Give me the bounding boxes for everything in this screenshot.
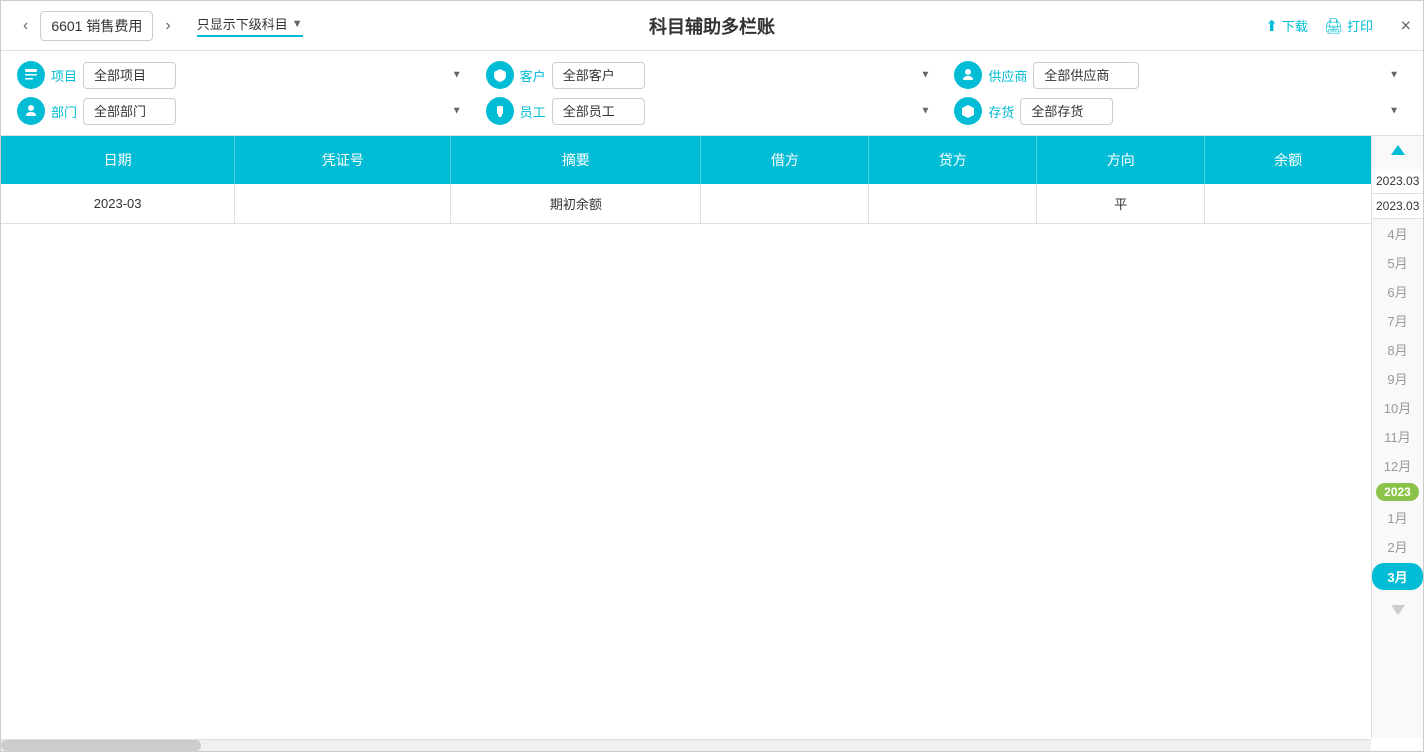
account-name: 销售费用 <box>86 18 142 34</box>
employee-select-wrapper: 全部员工 <box>552 98 939 125</box>
supplier-label: 供应商 <box>988 66 1027 85</box>
customer-select-wrapper: 全部客户 <box>552 62 939 89</box>
timeline-month-1[interactable]: 1月 <box>1372 503 1423 532</box>
customer-label: 客户 <box>520 66 546 85</box>
supplier-icon <box>954 61 982 89</box>
account-code: 6601 <box>51 18 82 34</box>
customer-icon <box>486 61 514 89</box>
col-balance: 余额 <box>1205 136 1371 184</box>
timeline-month-8[interactable]: 8月 <box>1372 335 1423 364</box>
cell-debit <box>701 184 869 224</box>
download-label: 下载 <box>1282 16 1308 35</box>
supplier-select[interactable]: 全部供应商 <box>1033 62 1139 89</box>
table-area: 日期 凭证号 摘要 借方 贷方 方向 余额 2023-03 期初余额 <box>1 136 1371 738</box>
print-label: 打印 <box>1347 16 1373 35</box>
timeline-month-5[interactable]: 5月 <box>1372 248 1423 277</box>
employee-select[interactable]: 全部员工 <box>552 98 645 125</box>
employee-icon <box>486 97 514 125</box>
timeline-year-badge: 2023 <box>1376 483 1419 501</box>
col-direction: 方向 <box>1037 136 1205 184</box>
cell-date: 2023-03 <box>1 184 235 224</box>
timeline-month-6[interactable]: 6月 <box>1372 277 1423 306</box>
timeline-month-2[interactable]: 2月 <box>1372 532 1423 561</box>
col-voucher: 凭证号 <box>235 136 451 184</box>
next-account-button[interactable]: › <box>159 15 176 37</box>
scroll-track <box>1 740 1371 751</box>
inventory-icon <box>954 97 982 125</box>
inventory-label: 存货 <box>988 102 1014 121</box>
table-header-row: 日期 凭证号 摘要 借方 贷方 方向 余额 <box>1 136 1371 184</box>
cell-summary: 期初余额 <box>451 184 701 224</box>
timeline-month-4[interactable]: 4月 <box>1372 219 1423 248</box>
toolbar-right: ⬆ 下载 🖨 打印 <box>1265 16 1373 35</box>
timeline-scroll-up-button[interactable] <box>1372 136 1423 169</box>
filter-item-employee: 员工 全部员工 <box>486 97 939 125</box>
filter-item-supplier: 供应商 全部供应商 <box>954 61 1407 89</box>
filter-item-department: 部门 全部部门 <box>17 97 470 125</box>
scroll-thumb[interactable] <box>1 740 201 751</box>
timeline-period-1[interactable]: 2023.03 <box>1372 169 1423 194</box>
download-button[interactable]: ⬆ 下载 <box>1265 16 1308 35</box>
cell-credit <box>869 184 1037 224</box>
print-button[interactable]: 🖨 打印 <box>1324 16 1373 35</box>
col-date: 日期 <box>1 136 235 184</box>
filter-row-1: 项目 全部项目 客户 全部客户 <box>17 61 1407 89</box>
cell-direction: 平 <box>1037 184 1205 224</box>
title-bar: ‹ 6601 销售费用 › 只显示下级科目 ▼ 科目辅助多栏账 ⬆ 下载 🖨 打… <box>1 1 1423 51</box>
filter-item-project: 项目 全部项目 <box>17 61 470 89</box>
timeline-month-12[interactable]: 12月 <box>1372 451 1423 480</box>
timeline-month-3-active[interactable]: 3月 <box>1372 563 1423 590</box>
print-icon: 🖨 <box>1324 17 1343 35</box>
show-sub-chevron-icon: ▼ <box>292 18 303 30</box>
show-sub-toggle[interactable]: 只显示下级科目 ▼ <box>197 14 303 37</box>
ledger-table: 日期 凭证号 摘要 借方 贷方 方向 余额 2023-03 期初余额 <box>1 136 1371 224</box>
timeline-year-badge-wrapper: 2023 <box>1376 480 1419 503</box>
project-select[interactable]: 全部项目 <box>83 62 176 89</box>
col-debit: 借方 <box>701 136 869 184</box>
department-select-wrapper: 全部部门 <box>83 98 470 125</box>
timeline-period-1-label: 2023.03 <box>1376 174 1419 188</box>
filter-item-customer: 客户 全部客户 <box>486 61 939 89</box>
main-content: 日期 凭证号 摘要 借方 贷方 方向 余额 2023-03 期初余额 <box>1 136 1423 738</box>
inventory-select[interactable]: 全部存货 <box>1020 98 1113 125</box>
department-label: 部门 <box>51 102 77 121</box>
prev-account-button[interactable]: ‹ <box>17 15 34 37</box>
inventory-select-wrapper: 全部存货 <box>1020 98 1407 125</box>
department-select[interactable]: 全部部门 <box>83 98 176 125</box>
cell-balance <box>1205 184 1371 224</box>
col-summary: 摘要 <box>451 136 701 184</box>
filter-bar: 项目 全部项目 客户 全部客户 <box>1 51 1423 136</box>
cell-voucher <box>235 184 451 224</box>
horizontal-scrollbar[interactable] <box>1 739 1371 751</box>
page-title: 科目辅助多栏账 <box>649 13 775 39</box>
show-sub-label: 只显示下级科目 <box>197 14 288 33</box>
table-row: 2023-03 期初余额 平 <box>1 184 1371 224</box>
nav-account: ‹ 6601 销售费用 › <box>17 11 177 41</box>
employee-label: 员工 <box>520 102 546 121</box>
project-label: 项目 <box>51 66 77 85</box>
timeline-month-11[interactable]: 11月 <box>1372 422 1423 451</box>
col-credit: 贷方 <box>869 136 1037 184</box>
timeline-month-9[interactable]: 9月 <box>1372 364 1423 393</box>
project-select-wrapper: 全部项目 <box>83 62 470 89</box>
close-button[interactable]: × <box>1400 15 1411 36</box>
main-window: ‹ 6601 销售费用 › 只显示下级科目 ▼ 科目辅助多栏账 ⬆ 下载 🖨 打… <box>0 0 1424 752</box>
download-icon: ⬆ <box>1265 17 1278 35</box>
supplier-select-wrapper: 全部供应商 <box>1033 62 1407 89</box>
project-icon <box>17 61 45 89</box>
department-icon <box>17 97 45 125</box>
timeline-month-10[interactable]: 10月 <box>1372 393 1423 422</box>
customer-select[interactable]: 全部客户 <box>552 62 645 89</box>
side-timeline: 2023.03 2023.03 4月 5月 6月 7月 8月 9月 10月 11… <box>1371 136 1423 738</box>
account-label: 6601 销售费用 <box>40 11 153 41</box>
filter-item-inventory: 存货 全部存货 <box>954 97 1407 125</box>
timeline-period-2[interactable]: 2023.03 <box>1372 194 1423 219</box>
timeline-period-2-label: 2023.03 <box>1376 199 1419 213</box>
timeline-month-7[interactable]: 7月 <box>1372 306 1423 335</box>
filter-row-2: 部门 全部部门 员工 全部员工 <box>17 97 1407 125</box>
timeline-scroll-down-button[interactable] <box>1372 596 1423 629</box>
